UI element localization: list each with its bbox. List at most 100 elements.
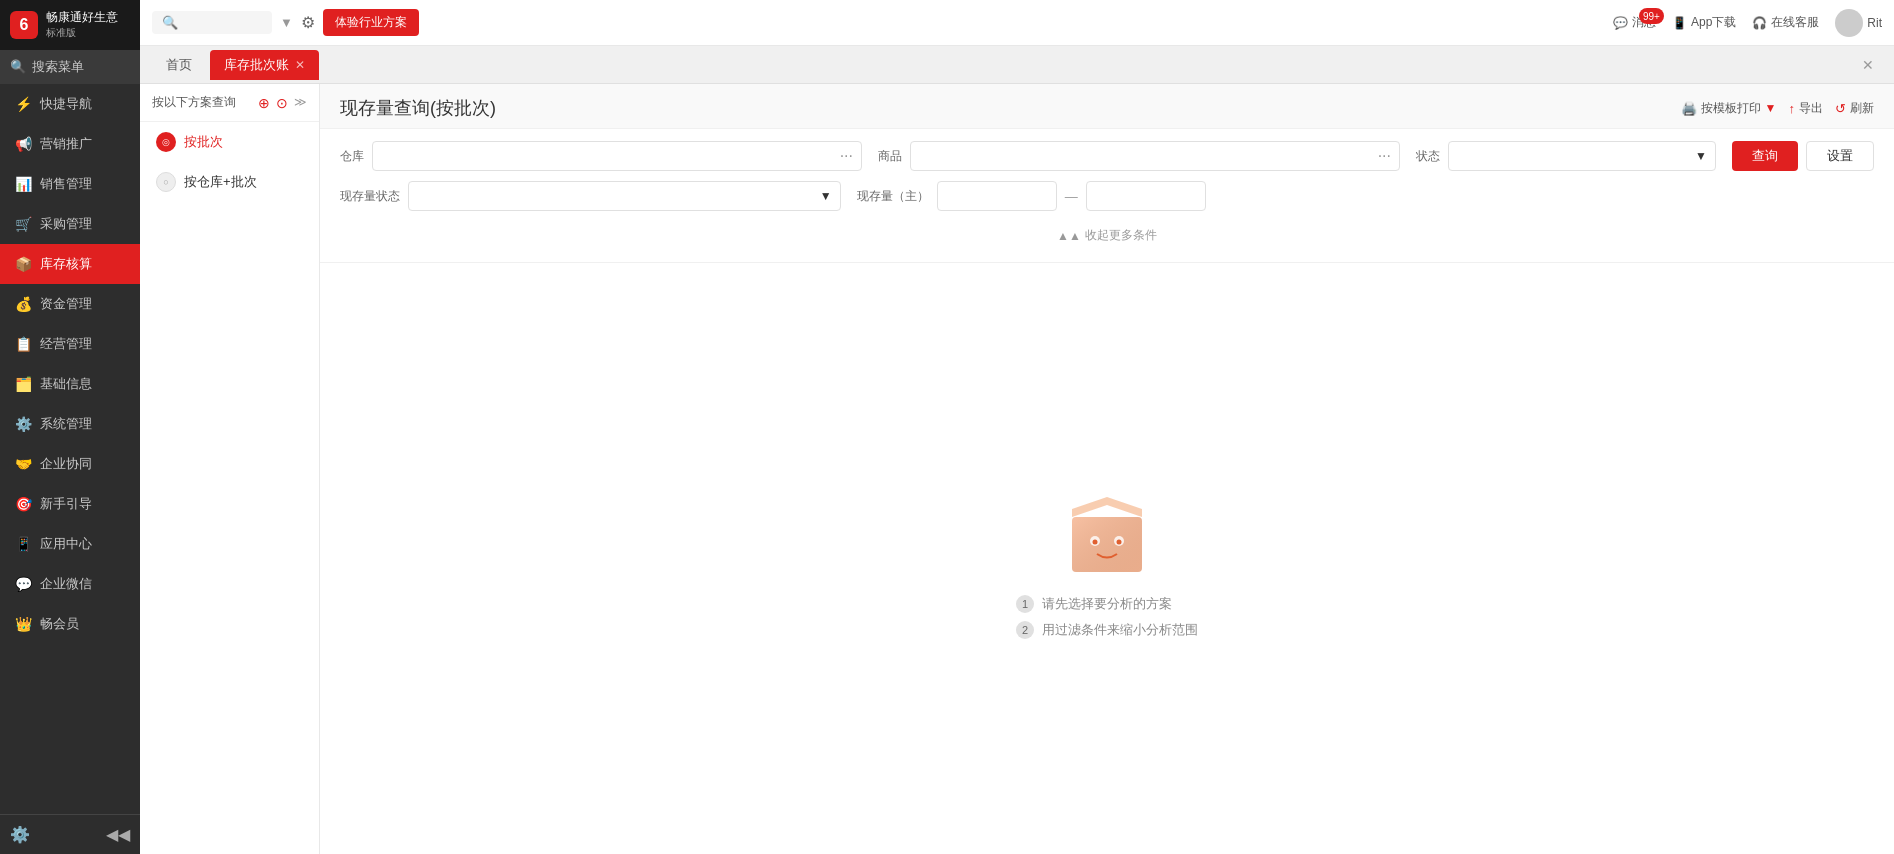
sidebar-item-system[interactable]: ⚙️ 系统管理: [0, 404, 140, 444]
operation-icon: 📋: [14, 335, 32, 353]
quick-nav-icon: ⚡: [14, 95, 32, 113]
refresh-label: 刷新: [1850, 100, 1874, 117]
marketing-icon: 📢: [14, 135, 32, 153]
sidebar-item-purchase[interactable]: 🛒 采购管理: [0, 204, 140, 244]
tab-inventory-batch[interactable]: 库存批次账 ✕: [210, 50, 319, 80]
topbar-dropdown-icon[interactable]: ▼: [280, 15, 293, 30]
wechat-icon: 💬: [14, 575, 32, 593]
tab-close-icon[interactable]: ✕: [295, 58, 305, 72]
sidebar-search-label: 搜索菜单: [32, 58, 84, 76]
scheme-dot-gray: ○: [156, 172, 176, 192]
sidebar-item-label: 基础信息: [40, 375, 92, 393]
query-btn[interactable]: 查询: [1732, 141, 1798, 171]
refresh-icon: ↺: [1835, 101, 1846, 116]
sidebar-item-basic[interactable]: 🗂️ 基础信息: [0, 364, 140, 404]
collapse-sidebar-icon[interactable]: ◀◀: [106, 825, 130, 844]
tab-panel-close-btn[interactable]: ✕: [1854, 53, 1882, 77]
step-2-text: 用过滤条件来缩小分析范围: [1042, 621, 1198, 639]
left-panel-icons: ⊕ ⊙ ≫: [258, 95, 307, 111]
app-download-label: App下载: [1691, 14, 1736, 31]
print-btn[interactable]: 🖨️ 按模板打印 ▼: [1681, 100, 1777, 117]
filter-collapse-btn[interactable]: ▲▲ 收起更多条件: [340, 221, 1874, 250]
topbar-right: 💬 消息 99+ 📱 App下载 🎧 在线客服 Rit: [1613, 9, 1882, 37]
basic-icon: 🗂️: [14, 375, 32, 393]
app-download-btn[interactable]: 📱 App下载: [1672, 14, 1736, 31]
sidebar-item-enterprise[interactable]: 🤝 企业协同: [0, 444, 140, 484]
messages-badge: 99+: [1639, 8, 1664, 24]
filter-area: 仓库 ··· 商品 ··· 状态: [320, 129, 1894, 263]
tab-inventory-batch-label: 库存批次账: [224, 56, 289, 74]
sidebar-item-operation[interactable]: 📋 经营管理: [0, 324, 140, 364]
refresh-btn[interactable]: ↺ 刷新: [1835, 100, 1874, 117]
filter-field-stock-quantity: 现存量（主） —: [857, 181, 1358, 211]
left-panel-item-by-warehouse-batch[interactable]: ○ 按仓库+批次: [140, 162, 319, 202]
trial-btn[interactable]: 体验行业方案: [323, 9, 419, 36]
tab-home-label: 首页: [166, 56, 192, 74]
tab-home[interactable]: 首页: [152, 50, 206, 80]
topbar-search-box[interactable]: 🔍: [152, 11, 272, 34]
sidebar-item-label: 畅会员: [40, 615, 79, 633]
topbar-search-input[interactable]: [182, 16, 262, 30]
finance-icon: 💰: [14, 295, 32, 313]
sidebar-item-app-center[interactable]: 📱 应用中心: [0, 524, 140, 564]
sidebar-item-label: 库存核算: [40, 255, 92, 273]
sidebar-item-label: 采购管理: [40, 215, 92, 233]
empty-step-1: 1 请先选择要分析的方案: [1016, 595, 1198, 613]
member-icon: 👑: [14, 615, 32, 633]
print-dropdown-icon[interactable]: ▼: [1765, 101, 1777, 115]
filter-field-stock-status: 现存量状态 ▼: [340, 181, 841, 211]
sidebar-search[interactable]: 🔍 搜索菜单: [0, 50, 140, 84]
online-service-btn[interactable]: 🎧 在线客服: [1752, 14, 1819, 31]
add-scheme-icon[interactable]: ⊕: [258, 95, 270, 111]
left-panel-title: 按以下方案查询: [152, 94, 236, 111]
print-label: 按模板打印: [1701, 100, 1761, 117]
sidebar-item-wechat[interactable]: 💬 企业微信: [0, 564, 140, 604]
warehouse-dots-icon[interactable]: ···: [840, 147, 853, 165]
content-area: 按以下方案查询 ⊕ ⊙ ≫ ◎ 按批次 ○ 按仓库+批次: [140, 84, 1894, 854]
sidebar-item-marketing[interactable]: 📢 营销推广: [0, 124, 140, 164]
settings-btn[interactable]: 设置: [1806, 141, 1874, 171]
sidebar-item-newbie[interactable]: 🎯 新手引导: [0, 484, 140, 524]
status-select[interactable]: ▼: [1448, 141, 1716, 171]
product-input[interactable]: ···: [910, 141, 1400, 171]
sidebar-item-inventory[interactable]: 📦 库存核算: [0, 244, 140, 284]
system-icon: ⚙️: [14, 415, 32, 433]
search-icon: 🔍: [10, 59, 26, 74]
settings-icon[interactable]: ⚙️: [10, 825, 30, 844]
sidebar-nav: ⚡ 快捷导航 📢 营销推广 📊 销售管理 🛒 采购管理 📦 库存核算 💰 资金管…: [0, 84, 140, 814]
sidebar-item-quick-nav[interactable]: ⚡ 快捷导航: [0, 84, 140, 124]
sidebar-footer: ⚙️ ◀◀: [0, 814, 140, 854]
empty-step-2: 2 用过滤条件来缩小分析范围: [1016, 621, 1198, 639]
collapse-label: 收起更多条件: [1085, 227, 1157, 244]
export-btn[interactable]: ↑ 导出: [1789, 100, 1824, 117]
sidebar-item-finance[interactable]: 💰 资金管理: [0, 284, 140, 324]
topbar-gear-icon[interactable]: ⚙: [301, 13, 315, 32]
product-dots-icon[interactable]: ···: [1378, 147, 1391, 165]
stock-quantity-from[interactable]: [937, 181, 1057, 211]
sidebar-item-sales[interactable]: 📊 销售管理: [0, 164, 140, 204]
warehouse-input[interactable]: ···: [372, 141, 862, 171]
page-header-actions: 🖨️ 按模板打印 ▼ ↑ 导出 ↺ 刷新: [1681, 100, 1874, 117]
sidebar-item-label: 销售管理: [40, 175, 92, 193]
enterprise-icon: 🤝: [14, 455, 32, 473]
messages-btn[interactable]: 💬 消息 99+: [1613, 14, 1656, 31]
stock-quantity-to[interactable]: [1086, 181, 1206, 211]
topbar-search-icon: 🔍: [162, 15, 178, 30]
phone-icon: 📱: [1672, 16, 1687, 30]
main-area: 🔍 ▼ ⚙ 体验行业方案 💬 消息 99+ 📱 App下载 🎧 在线客服 Rit: [140, 0, 1894, 854]
collapse-panel-icon[interactable]: ≫: [294, 95, 307, 111]
left-panel-item-by-batch[interactable]: ◎ 按批次: [140, 122, 319, 162]
sidebar-item-label: 快捷导航: [40, 95, 92, 113]
sidebar-item-member[interactable]: 👑 畅会员: [0, 604, 140, 644]
stock-status-select[interactable]: ▼: [408, 181, 841, 211]
status-dropdown-icon: ▼: [1695, 149, 1707, 163]
username-label: Rit: [1867, 16, 1882, 30]
user-avatar-area[interactable]: Rit: [1835, 9, 1882, 37]
step-1-text: 请先选择要分析的方案: [1042, 595, 1172, 613]
empty-illustration: [1057, 479, 1157, 579]
step-num-1: 1: [1016, 595, 1034, 613]
scheme-dot-red: ◎: [156, 132, 176, 152]
messages-icon: 💬: [1613, 16, 1628, 30]
settings-scheme-icon[interactable]: ⊙: [276, 95, 288, 111]
filter-row-1: 仓库 ··· 商品 ··· 状态: [340, 141, 1874, 171]
